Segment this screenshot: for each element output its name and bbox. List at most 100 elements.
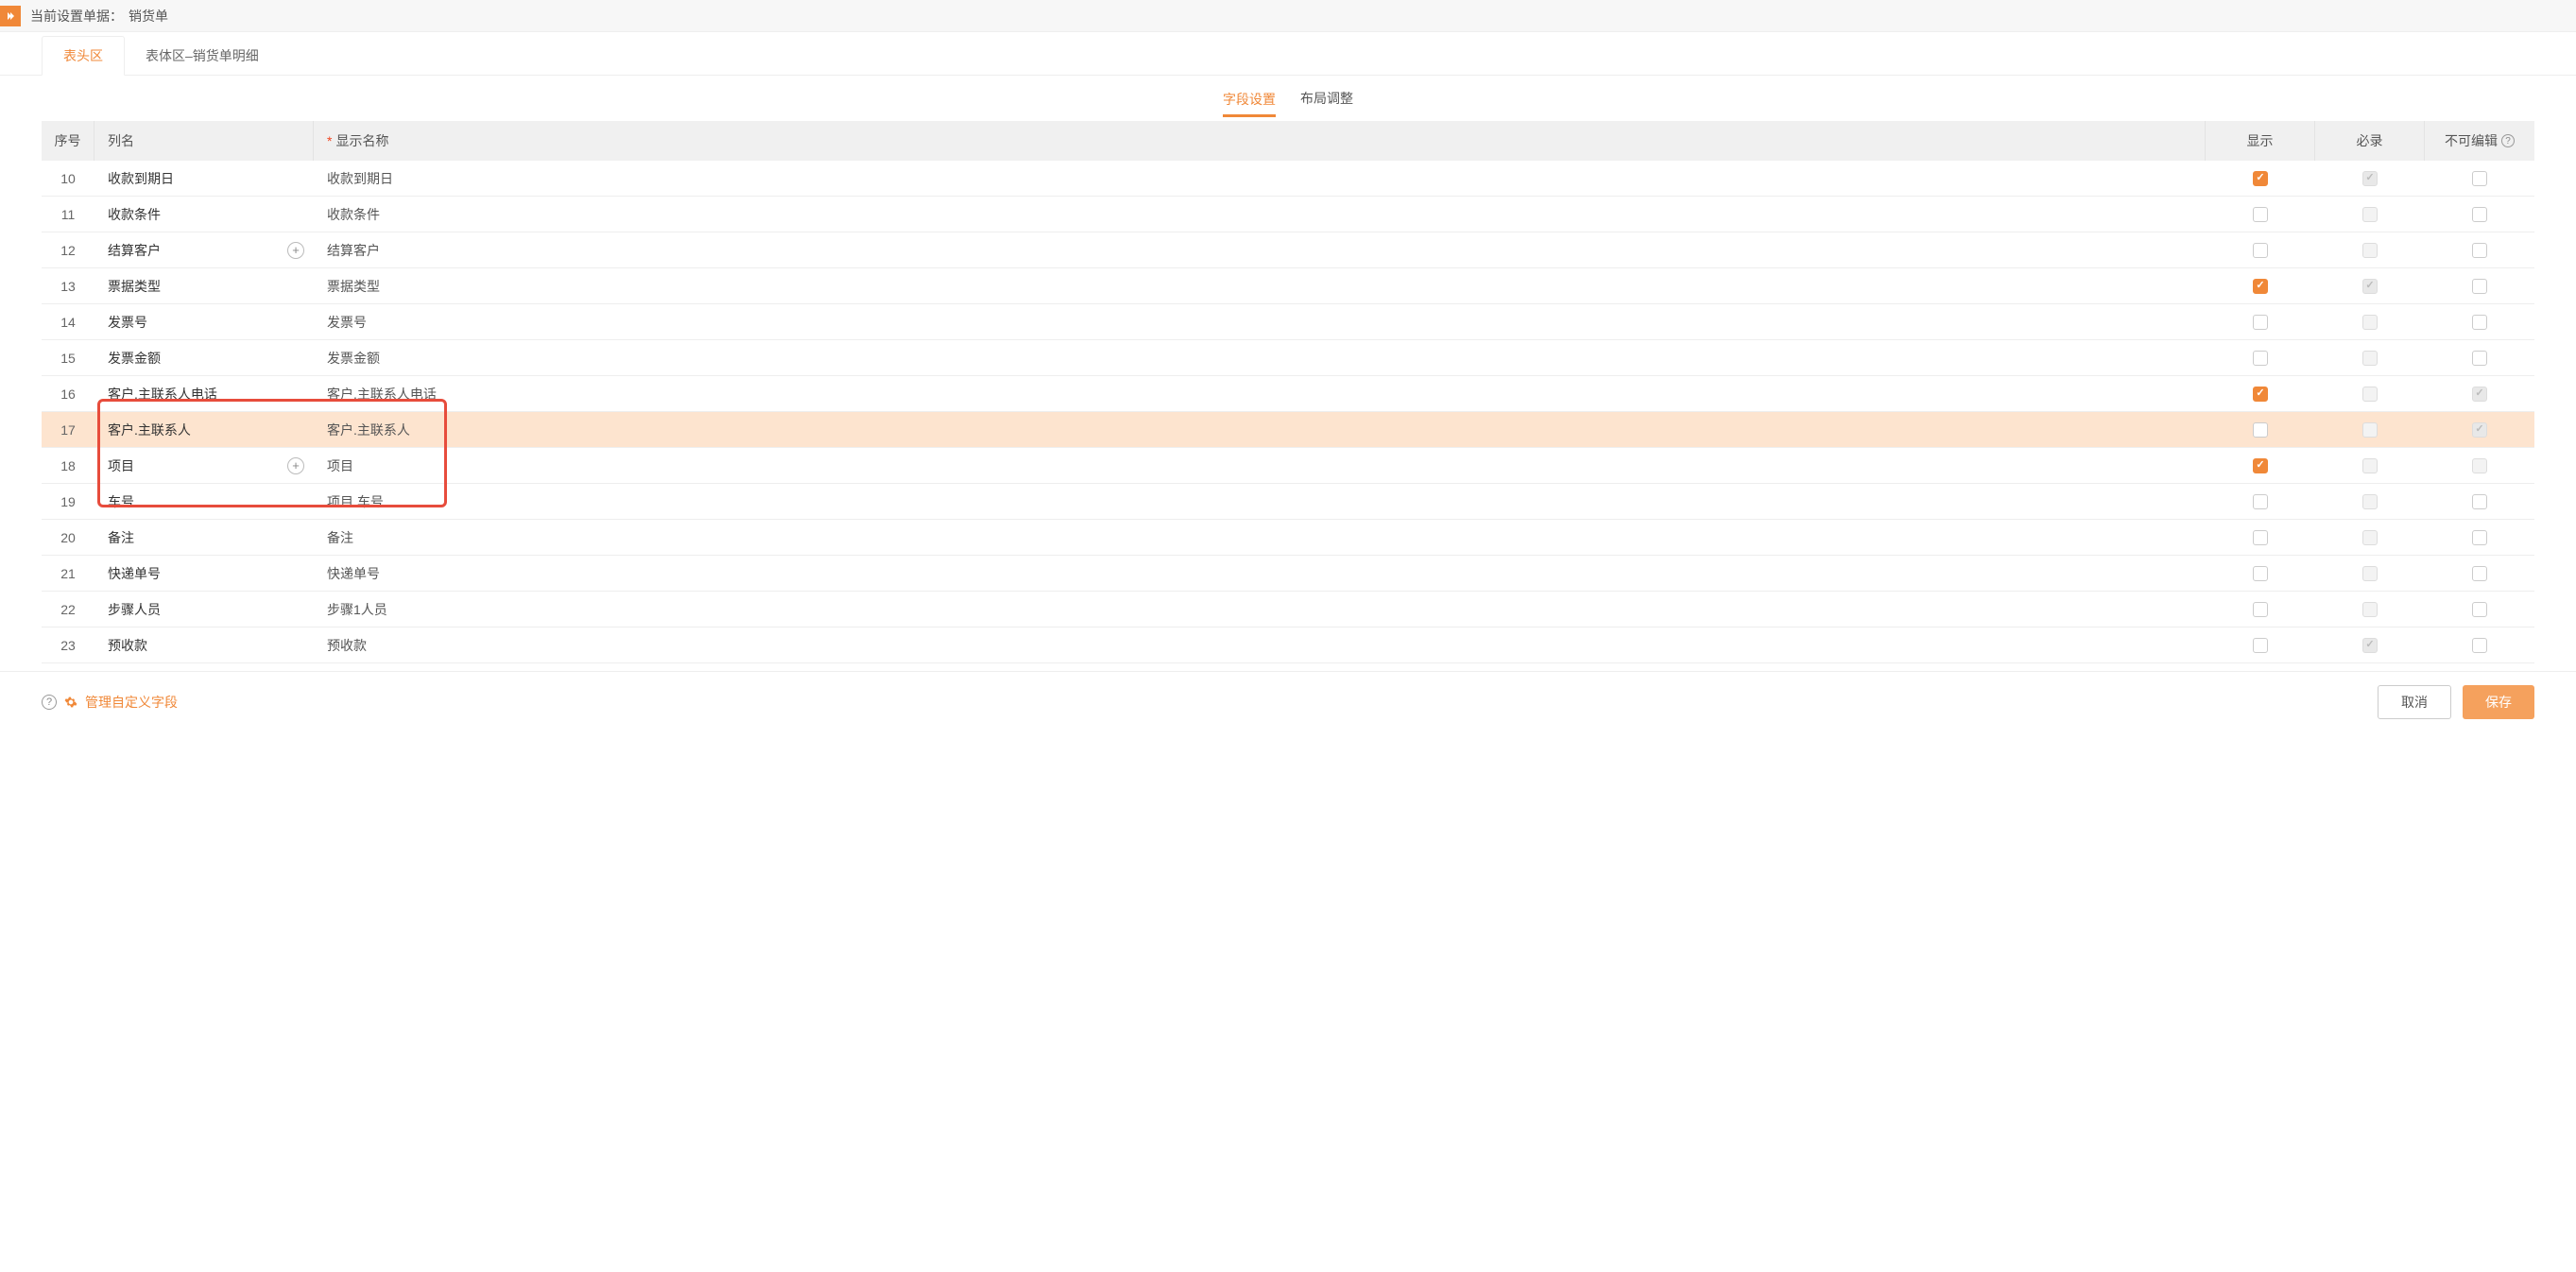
checkbox-readonly[interactable] bbox=[2472, 279, 2487, 294]
cell-display-name[interactable]: 项目.车号 bbox=[314, 484, 2206, 519]
checkbox-show[interactable] bbox=[2253, 494, 2268, 509]
checkbox-readonly bbox=[2472, 387, 2487, 402]
checkbox-show[interactable] bbox=[2253, 530, 2268, 545]
table-row[interactable]: 14发票号发票号 bbox=[42, 304, 2534, 340]
cell-display-name[interactable]: 客户.主联系人电话 bbox=[314, 376, 2206, 411]
table-row[interactable]: 15发票金额发票金额 bbox=[42, 340, 2534, 376]
help-icon[interactable]: ? bbox=[2501, 134, 2515, 147]
checkbox-required bbox=[2362, 638, 2378, 653]
cell-name: 收款条件 bbox=[94, 197, 314, 232]
checkbox-show[interactable] bbox=[2253, 243, 2268, 258]
cell-display-name[interactable]: 收款到期日 bbox=[314, 161, 2206, 196]
checkbox-show[interactable] bbox=[2253, 279, 2268, 294]
checkbox-show[interactable] bbox=[2253, 171, 2268, 186]
cell-readonly bbox=[2425, 268, 2534, 303]
cell-display-name[interactable]: 步骤1人员 bbox=[314, 592, 2206, 627]
footer-left: ? 管理自定义字段 bbox=[42, 693, 178, 712]
cell-seq: 11 bbox=[42, 197, 94, 232]
cell-seq: 17 bbox=[42, 412, 94, 447]
gear-icon bbox=[64, 696, 77, 709]
cell-required bbox=[2315, 232, 2425, 267]
save-button[interactable]: 保存 bbox=[2463, 685, 2534, 719]
cell-seq: 18 bbox=[42, 448, 94, 483]
cell-display-name[interactable]: 票据类型 bbox=[314, 268, 2206, 303]
config-tabs: 字段设置 布局调整 bbox=[0, 76, 2576, 121]
checkbox-readonly[interactable] bbox=[2472, 566, 2487, 581]
cell-display-name[interactable]: 发票金额 bbox=[314, 340, 2206, 375]
checkbox-show[interactable] bbox=[2253, 207, 2268, 222]
checkbox-show[interactable] bbox=[2253, 458, 2268, 473]
checkbox-show[interactable] bbox=[2253, 566, 2268, 581]
table-row[interactable]: 10收款到期日收款到期日 bbox=[42, 161, 2534, 197]
table-row[interactable]: 17客户.主联系人客户.主联系人 bbox=[42, 412, 2534, 448]
checkbox-readonly bbox=[2472, 422, 2487, 438]
cancel-button[interactable]: 取消 bbox=[2378, 685, 2451, 719]
checkbox-show[interactable] bbox=[2253, 351, 2268, 366]
checkbox-show[interactable] bbox=[2253, 602, 2268, 617]
cell-display-name[interactable]: 项目 bbox=[314, 448, 2206, 483]
checkbox-readonly[interactable] bbox=[2472, 638, 2487, 653]
tab-body-detail[interactable]: 表体区–销货单明细 bbox=[125, 37, 280, 75]
checkbox-readonly[interactable] bbox=[2472, 494, 2487, 509]
cell-seq: 16 bbox=[42, 376, 94, 411]
table-row[interactable]: 11收款条件收款条件 bbox=[42, 197, 2534, 232]
cell-readonly bbox=[2425, 520, 2534, 555]
cell-display-name[interactable]: 结算客户 bbox=[314, 232, 2206, 267]
checkbox-show[interactable] bbox=[2253, 638, 2268, 653]
checkbox-show[interactable] bbox=[2253, 315, 2268, 330]
tab-layout-adjust[interactable]: 布局调整 bbox=[1300, 81, 1353, 115]
checkbox-readonly[interactable] bbox=[2472, 602, 2487, 617]
cell-show bbox=[2206, 627, 2315, 662]
cell-name-text: 备注 bbox=[108, 528, 134, 547]
table-row[interactable]: 22步骤人员步骤1人员 bbox=[42, 592, 2534, 627]
table-row[interactable]: 13票据类型票据类型 bbox=[42, 268, 2534, 304]
tab-field-settings[interactable]: 字段设置 bbox=[1223, 83, 1276, 117]
cell-display-name[interactable]: 快递单号 bbox=[314, 556, 2206, 591]
table-row[interactable]: 20 备注 备注 bbox=[42, 520, 2534, 556]
cell-required bbox=[2315, 161, 2425, 196]
checkbox-required bbox=[2362, 602, 2378, 617]
cell-show bbox=[2206, 520, 2315, 555]
cell-name-text: 结算客户 bbox=[108, 241, 161, 260]
cell-required bbox=[2315, 340, 2425, 375]
expand-sidebar-button[interactable] bbox=[0, 6, 21, 26]
tab-header-area[interactable]: 表头区 bbox=[42, 36, 125, 76]
checkbox-show[interactable] bbox=[2253, 422, 2268, 438]
cell-display-name[interactable]: 客户.主联系人 bbox=[314, 412, 2206, 447]
cell-name: 预收款 bbox=[94, 627, 314, 662]
checkbox-readonly[interactable] bbox=[2472, 351, 2487, 366]
checkbox-required bbox=[2362, 243, 2378, 258]
table-row[interactable]: 12结算客户+结算客户 bbox=[42, 232, 2534, 268]
table-row[interactable]: 18项目+项目 bbox=[42, 448, 2534, 484]
manage-custom-fields-link[interactable]: 管理自定义字段 bbox=[85, 693, 178, 712]
cell-seq: 10 bbox=[42, 161, 94, 196]
table-row[interactable]: 23预收款预收款 bbox=[42, 627, 2534, 663]
cell-required bbox=[2315, 197, 2425, 232]
cell-display-name[interactable]: 备注 bbox=[314, 520, 2206, 555]
checkbox-readonly[interactable] bbox=[2472, 243, 2487, 258]
help-icon[interactable]: ? bbox=[42, 695, 57, 710]
cell-seq: 23 bbox=[42, 627, 94, 662]
add-sub-field-icon[interactable]: + bbox=[287, 242, 304, 259]
cell-seq: 20 bbox=[42, 520, 94, 555]
cell-readonly bbox=[2425, 592, 2534, 627]
checkbox-readonly[interactable] bbox=[2472, 530, 2487, 545]
cell-seq: 19 bbox=[42, 484, 94, 519]
add-sub-field-icon[interactable]: + bbox=[287, 457, 304, 474]
cell-show bbox=[2206, 448, 2315, 483]
th-show: 显示 bbox=[2206, 121, 2315, 161]
cell-name: 结算客户 + bbox=[94, 232, 314, 267]
checkbox-required bbox=[2362, 315, 2378, 330]
checkbox-readonly[interactable] bbox=[2472, 315, 2487, 330]
checkbox-readonly[interactable] bbox=[2472, 207, 2487, 222]
top-bar: 当前设置单据： 销货单 bbox=[0, 0, 2576, 32]
checkbox-show[interactable] bbox=[2253, 387, 2268, 402]
cell-display-name[interactable]: 预收款 bbox=[314, 627, 2206, 662]
cell-name: 收款到期日 bbox=[94, 161, 314, 196]
checkbox-readonly[interactable] bbox=[2472, 171, 2487, 186]
table-row[interactable]: 21快递单号快递单号 bbox=[42, 556, 2534, 592]
cell-display-name[interactable]: 收款条件 bbox=[314, 197, 2206, 232]
table-row[interactable]: 16客户.主联系人电话客户.主联系人电话 bbox=[42, 376, 2534, 412]
table-row[interactable]: 19车号项目.车号 bbox=[42, 484, 2534, 520]
cell-display-name[interactable]: 发票号 bbox=[314, 304, 2206, 339]
